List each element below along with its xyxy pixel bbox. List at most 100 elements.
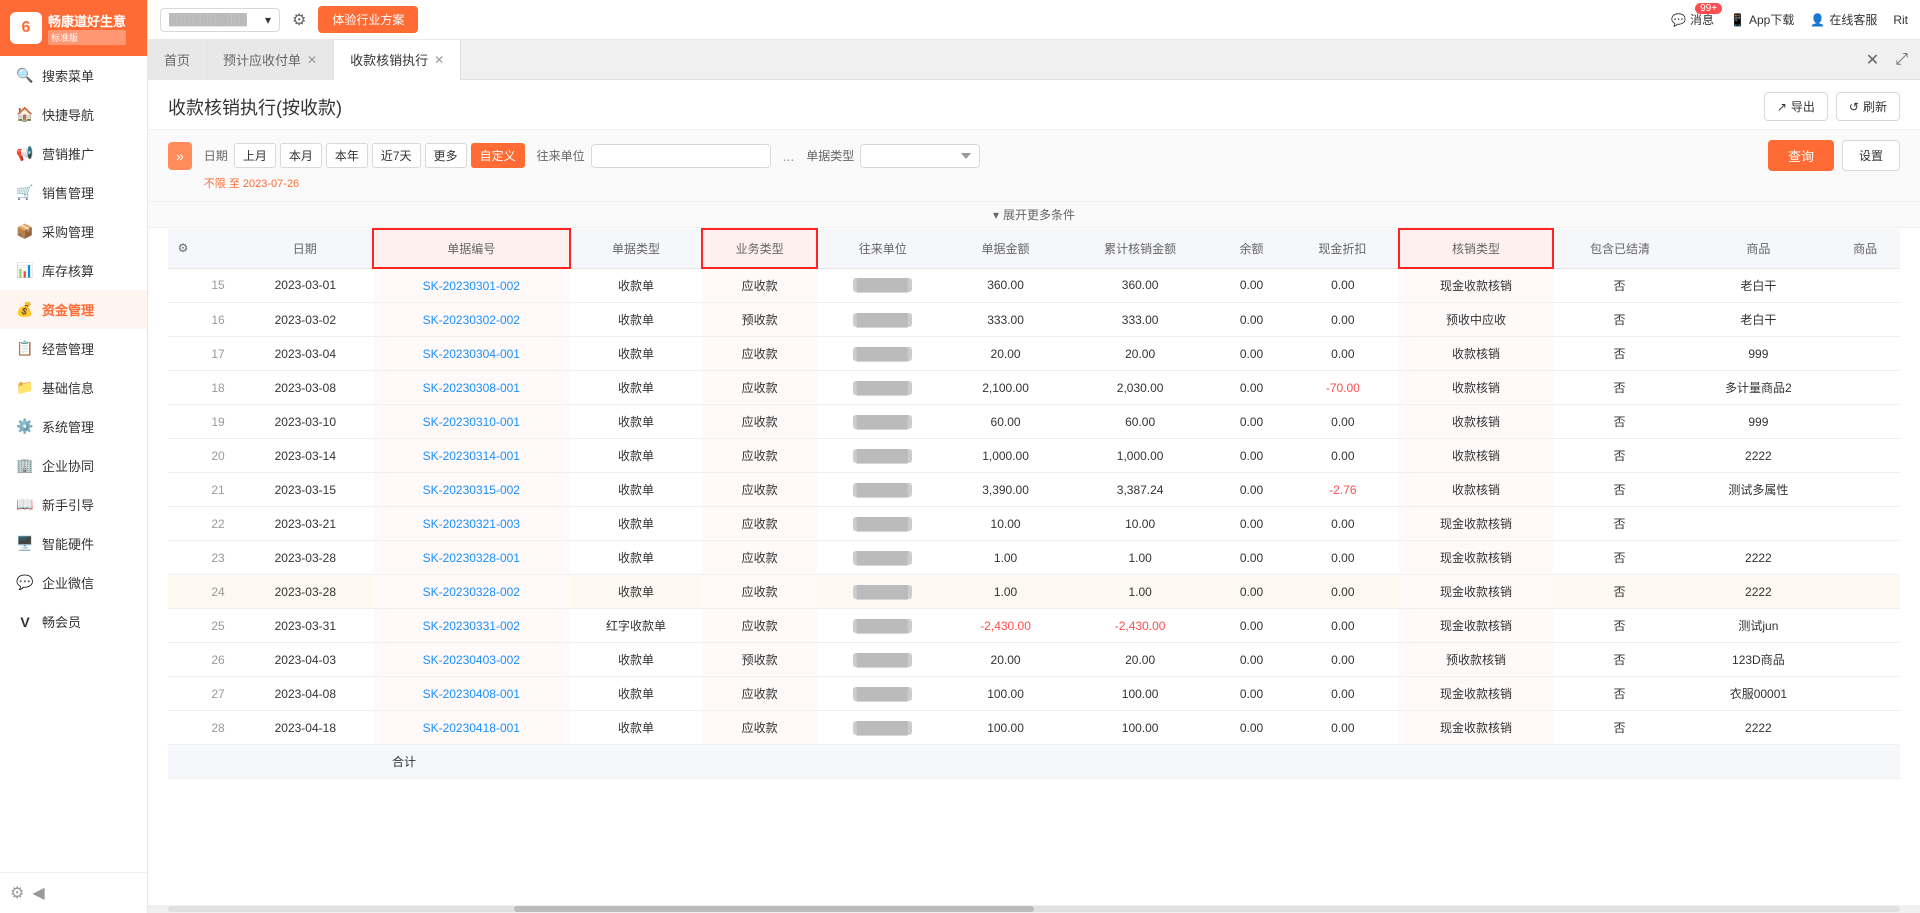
bill-no-link[interactable]: SK-20230302-002 <box>423 313 520 327</box>
sidebar-item-weixin[interactable]: 💬 企业微信 <box>0 563 147 602</box>
bill-no-link[interactable]: SK-20230310-001 <box>423 415 520 429</box>
col-goods2-header[interactable]: 商品 <box>1830 229 1900 268</box>
sidebar-item-purchase[interactable]: 📦 采购管理 <box>0 212 147 251</box>
bill-no-link[interactable]: SK-20230304-001 <box>423 347 520 361</box>
home-icon: 🏠 <box>16 106 34 123</box>
filter-date-range-display: 不限 至 2023-07-26 <box>204 175 1900 191</box>
filter-settings-button[interactable]: 设置 <box>1842 140 1900 171</box>
col-biztype-header[interactable]: 业务类型 <box>702 229 817 268</box>
scrollbar-track <box>168 906 1900 912</box>
col-balance-header[interactable]: 余额 <box>1217 229 1287 268</box>
horizontal-scrollbar[interactable] <box>148 905 1920 913</box>
sidebar-item-basic[interactable]: 📁 基础信息 <box>0 368 147 407</box>
table-cell: SK-20230328-002 <box>373 575 570 609</box>
solution-button[interactable]: 体验行业方案 <box>318 6 418 33</box>
message-button[interactable]: 💬 消息 99+ <box>1671 11 1714 28</box>
tab-collection-close-icon[interactable]: ✕ <box>434 53 444 67</box>
col-verifytype-header[interactable]: 核销类型 <box>1399 229 1552 268</box>
col-partner-header[interactable]: 往来单位 <box>817 229 948 268</box>
table-cell: 测试jun <box>1686 609 1830 643</box>
col-cashdiscount-header[interactable]: 现金折扣 <box>1286 229 1399 268</box>
tab-collection-label: 收款核销执行 <box>350 50 428 69</box>
refresh-button[interactable]: ↺ 刷新 <box>1836 92 1900 121</box>
settings-icon[interactable]: ⚙ <box>288 6 310 34</box>
sidebar-item-search[interactable]: 🔍 搜索菜单 <box>0 56 147 95</box>
sidebar-item-quicknav[interactable]: 🏠 快捷导航 <box>0 95 147 134</box>
enterprise-icon: 🏢 <box>16 457 34 474</box>
filter-date-7days[interactable]: 近7天 <box>372 143 421 168</box>
table-cell: 0.00 <box>1217 268 1287 303</box>
table-cell <box>168 405 198 439</box>
bill-no-link[interactable]: SK-20230314-001 <box>423 449 520 463</box>
tabs-expand-icon[interactable]: ⤢ <box>1891 47 1912 73</box>
operations-icon: 📋 <box>16 340 34 357</box>
bill-no-link[interactable]: SK-20230418-001 <box>423 721 520 735</box>
online-service-button[interactable]: 👤 在线客服 <box>1810 11 1877 28</box>
col-verified-header[interactable]: 累计核销金额 <box>1064 229 1217 268</box>
col-goods-header[interactable]: 商品 <box>1686 229 1830 268</box>
filter-date-more[interactable]: 更多 <box>425 143 467 168</box>
sidebar-item-member[interactable]: V 畅会员 <box>0 602 147 641</box>
sidebar-item-hardware[interactable]: 🖥️ 智能硬件 <box>0 524 147 563</box>
bill-no-link[interactable]: SK-20230321-003 <box>423 517 520 531</box>
bill-no-link[interactable]: SK-20230408-001 <box>423 687 520 701</box>
table-cell: 收款核销 <box>1399 473 1552 507</box>
col-date-header[interactable]: 日期 <box>238 229 373 268</box>
table-cell: 否 <box>1553 609 1687 643</box>
bill-no-link[interactable]: SK-20230301-002 <box>423 279 520 293</box>
col-amount-header[interactable]: 单据金额 <box>948 229 1064 268</box>
sidebar-item-operations[interactable]: 📋 经营管理 <box>0 329 147 368</box>
filter-action-btns: 查询 设置 <box>1768 140 1900 171</box>
col-gear-header[interactable]: ⚙ <box>168 229 198 268</box>
table-cell: SK-20230418-001 <box>373 711 570 745</box>
table-cell: ██████ <box>817 268 948 303</box>
table-cell <box>1830 507 1900 541</box>
sidebar-item-finance[interactable]: 💰 资金管理 <box>0 290 147 329</box>
table-cell: 333.00 <box>948 303 1064 337</box>
sidebar-gear-icon[interactable]: ⚙ <box>10 883 24 903</box>
filter-date-thisyear[interactable]: 本年 <box>326 143 368 168</box>
table-cell: 15 <box>198 268 238 303</box>
tab-home[interactable]: 首页 <box>148 40 207 80</box>
tab-preorder[interactable]: 预计应收付单 ✕ <box>207 40 334 80</box>
table-cell: 收款单 <box>570 711 702 745</box>
tab-collection[interactable]: 收款核销执行 ✕ <box>334 40 461 80</box>
col-billno-header[interactable]: 单据编号 <box>373 229 570 268</box>
bill-no-link[interactable]: SK-20230331-002 <box>423 619 520 633</box>
filter-date-custom[interactable]: 自定义 <box>471 143 525 168</box>
query-button[interactable]: 查询 <box>1768 140 1834 171</box>
bill-no-link[interactable]: SK-20230308-001 <box>423 381 520 395</box>
table-cell: 现金收款核销 <box>1399 677 1552 711</box>
filter-date-lastmonth[interactable]: 上月 <box>234 143 276 168</box>
bill-no-link[interactable]: SK-20230328-002 <box>423 585 520 599</box>
bill-no-link[interactable]: SK-20230315-002 <box>423 483 520 497</box>
filter-partner-input[interactable] <box>591 144 771 168</box>
export-button[interactable]: ↗ 导出 <box>1764 92 1828 121</box>
sidebar-item-enterprise[interactable]: 🏢 企业协同 <box>0 446 147 485</box>
table-cell: 否 <box>1553 268 1687 303</box>
table-row: 182023-03-08SK-20230308-001收款单应收款██████2… <box>168 371 1900 405</box>
col-includesettled-header[interactable]: 包含已结清 <box>1553 229 1687 268</box>
sidebar-item-system[interactable]: ⚙️ 系统管理 <box>0 407 147 446</box>
bill-no-link[interactable]: SK-20230403-002 <box>423 653 520 667</box>
filter-date-thismonth[interactable]: 本月 <box>280 143 322 168</box>
sidebar-label-quicknav: 快捷导航 <box>42 105 94 124</box>
filter-bill-type-select[interactable] <box>860 144 980 168</box>
tabs-close-all-icon[interactable]: ✕ <box>1862 46 1883 74</box>
sidebar-label-sales: 销售管理 <box>42 183 94 202</box>
column-settings-icon[interactable]: ⚙ <box>178 241 189 255</box>
sidebar-item-guide[interactable]: 📖 新手引导 <box>0 485 147 524</box>
bill-no-link[interactable]: SK-20230328-001 <box>423 551 520 565</box>
tab-preorder-close-icon[interactable]: ✕ <box>307 53 317 67</box>
sidebar-item-marketing[interactable]: 📢 营销推广 <box>0 134 147 173</box>
app-download-button[interactable]: 📱 App下载 <box>1730 11 1794 28</box>
filter-expand-button[interactable]: » <box>168 142 192 170</box>
sidebar-collapse-icon[interactable]: ◀ <box>32 883 44 903</box>
table-cell: 2023-04-08 <box>238 677 373 711</box>
expand-more-button[interactable]: ▾ 展开更多条件 <box>993 206 1075 223</box>
workspace-selector[interactable]: ██████████ ▾ <box>160 8 280 32</box>
sidebar-item-sales[interactable]: 🛒 销售管理 <box>0 173 147 212</box>
user-account[interactable]: Rit <box>1893 13 1908 27</box>
sidebar-item-inventory[interactable]: 📊 库存核算 <box>0 251 147 290</box>
col-billtype-header[interactable]: 单据类型 <box>570 229 702 268</box>
